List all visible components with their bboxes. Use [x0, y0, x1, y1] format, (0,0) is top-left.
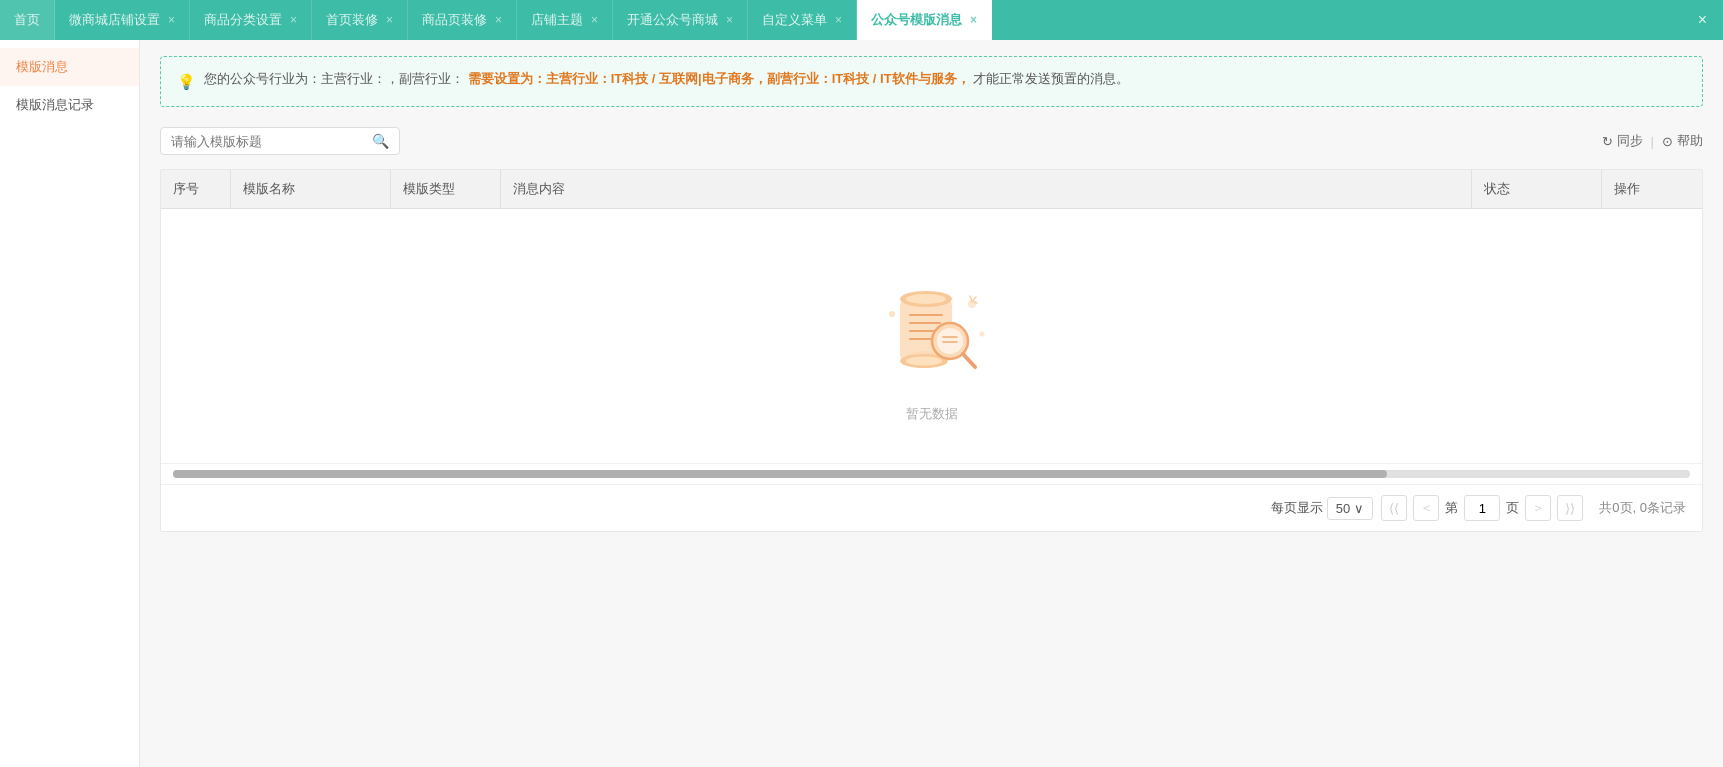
nav-tab-open-mall[interactable]: 开通公众号商城 × — [613, 0, 748, 40]
svg-line-12 — [963, 354, 975, 367]
sidebar-item-template-msg-log[interactable]: 模版消息记录 — [0, 86, 139, 124]
th-index: 序号 — [161, 170, 231, 208]
svg-point-17 — [979, 332, 984, 337]
nav-tab-open-mall-label: 开通公众号商城 — [627, 11, 718, 29]
search-icon[interactable]: 🔍 — [372, 133, 389, 149]
next-page-button[interactable]: ＞ — [1525, 495, 1551, 521]
prev-page-button[interactable]: ＜ — [1413, 495, 1439, 521]
svg-point-11 — [937, 328, 963, 354]
svg-point-5 — [906, 357, 942, 366]
page-size-selector: 每页显示 50 ∨ — [1271, 497, 1373, 520]
page-number-input[interactable] — [1464, 495, 1500, 521]
close-homepage-decor[interactable]: × — [386, 13, 393, 27]
nav-tab-custom-menu[interactable]: 自定义菜单 × — [748, 0, 857, 40]
nav-tab-home-label: 首页 — [14, 11, 40, 29]
close-all-button[interactable]: × — [1682, 0, 1723, 40]
sidebar: 模版消息 模版消息记录 — [0, 40, 140, 767]
page-size-value: 50 — [1336, 501, 1350, 516]
svg-point-3 — [906, 294, 946, 304]
help-icon: ⊙ — [1662, 134, 1673, 149]
divider: | — [1651, 134, 1654, 149]
nav-tab-template-msg[interactable]: 公众号模版消息 × — [857, 0, 992, 40]
close-category-settings[interactable]: × — [290, 13, 297, 27]
top-nav: 首页 微商城店铺设置 × 商品分类设置 × 首页装修 × 商品页装修 × 店铺主… — [0, 0, 1723, 40]
svg-point-15 — [889, 311, 895, 317]
empty-illustration — [872, 269, 992, 389]
main-layout: 模版消息 模版消息记录 💡 您的公众号行业为：主营行业：，副营行业： 需要设置为… — [0, 40, 1723, 767]
sync-button[interactable]: ↻ 同步 — [1602, 132, 1643, 150]
search-right-actions: ↻ 同步 | ⊙ 帮助 — [1602, 132, 1703, 150]
nav-tab-home[interactable]: 首页 — [0, 0, 55, 40]
svg-line-20 — [970, 296, 972, 301]
th-type: 模版类型 — [391, 170, 501, 208]
info-banner: 💡 您的公众号行业为：主营行业：，副营行业： 需要设置为：主营行业：IT科技 /… — [160, 56, 1703, 107]
nav-tab-homepage-decor-label: 首页装修 — [326, 11, 378, 29]
svg-line-18 — [972, 297, 976, 301]
page-navigation: ⟨⟨ ＜ 第 页 ＞ ⟩⟩ — [1381, 495, 1583, 521]
pagination: 每页显示 50 ∨ ⟨⟨ ＜ 第 页 ＞ ⟩⟩ 共0页, 0条记录 — [161, 484, 1702, 531]
nav-tab-shop-theme-label: 店铺主题 — [531, 11, 583, 29]
nav-tab-category-settings-label: 商品分类设置 — [204, 11, 282, 29]
nav-tab-shop-theme[interactable]: 店铺主题 × — [517, 0, 613, 40]
page-size-select-box[interactable]: 50 ∨ — [1327, 497, 1373, 520]
search-input-wrapper[interactable]: 🔍 — [160, 127, 400, 155]
scrollbar-thumb[interactable] — [173, 470, 1387, 478]
main-content: 💡 您的公众号行业为：主营行业：，副营行业： 需要设置为：主营行业：IT科技 /… — [140, 40, 1723, 767]
nav-tab-homepage-decor[interactable]: 首页装修 × — [312, 0, 408, 40]
nav-tab-category-settings[interactable]: 商品分类设置 × — [190, 0, 312, 40]
data-table: 序号 模版名称 模版类型 消息内容 状态 操作 — [160, 169, 1703, 532]
empty-text: 暂无数据 — [906, 405, 958, 423]
nav-tab-template-msg-label: 公众号模版消息 — [871, 11, 962, 29]
th-content: 消息内容 — [501, 170, 1472, 208]
search-bar: 🔍 ↻ 同步 | ⊙ 帮助 — [160, 127, 1703, 155]
th-name: 模版名称 — [231, 170, 391, 208]
sidebar-item-template-msg[interactable]: 模版消息 — [0, 48, 139, 86]
page-size-label: 每页显示 — [1271, 499, 1323, 517]
nav-tab-product-decor-label: 商品页装修 — [422, 11, 487, 29]
last-page-button[interactable]: ⟩⟩ — [1557, 495, 1583, 521]
chevron-down-icon: ∨ — [1354, 501, 1364, 516]
close-shop-settings[interactable]: × — [168, 13, 175, 27]
total-info: 共0页, 0条记录 — [1599, 499, 1686, 517]
empty-state: 暂无数据 — [161, 209, 1702, 463]
search-input[interactable] — [171, 134, 372, 149]
help-button[interactable]: ⊙ 帮助 — [1662, 132, 1703, 150]
page-label: 第 — [1445, 499, 1458, 517]
sync-icon: ↻ — [1602, 134, 1613, 149]
horizontal-scrollbar[interactable] — [161, 463, 1702, 484]
close-template-msg[interactable]: × — [970, 13, 977, 27]
nav-tab-custom-menu-label: 自定义菜单 — [762, 11, 827, 29]
first-page-button[interactable]: ⟨⟨ — [1381, 495, 1407, 521]
nav-tab-shop-settings[interactable]: 微商城店铺设置 × — [55, 0, 190, 40]
nav-tab-shop-settings-label: 微商城店铺设置 — [69, 11, 160, 29]
bulb-icon: 💡 — [177, 70, 196, 94]
table-header: 序号 模版名称 模版类型 消息内容 状态 操作 — [161, 170, 1702, 209]
banner-text: 您的公众号行业为：主营行业：，副营行业： 需要设置为：主营行业：IT科技 / 互… — [204, 69, 1129, 90]
close-custom-menu[interactable]: × — [835, 13, 842, 27]
close-shop-theme[interactable]: × — [591, 13, 598, 27]
close-open-mall[interactable]: × — [726, 13, 733, 27]
close-product-decor[interactable]: × — [495, 13, 502, 27]
th-status: 状态 — [1472, 170, 1602, 208]
scrollbar-track[interactable] — [173, 470, 1690, 478]
nav-tab-product-decor[interactable]: 商品页装修 × — [408, 0, 517, 40]
page-unit-label: 页 — [1506, 499, 1519, 517]
th-actions: 操作 — [1602, 170, 1702, 208]
